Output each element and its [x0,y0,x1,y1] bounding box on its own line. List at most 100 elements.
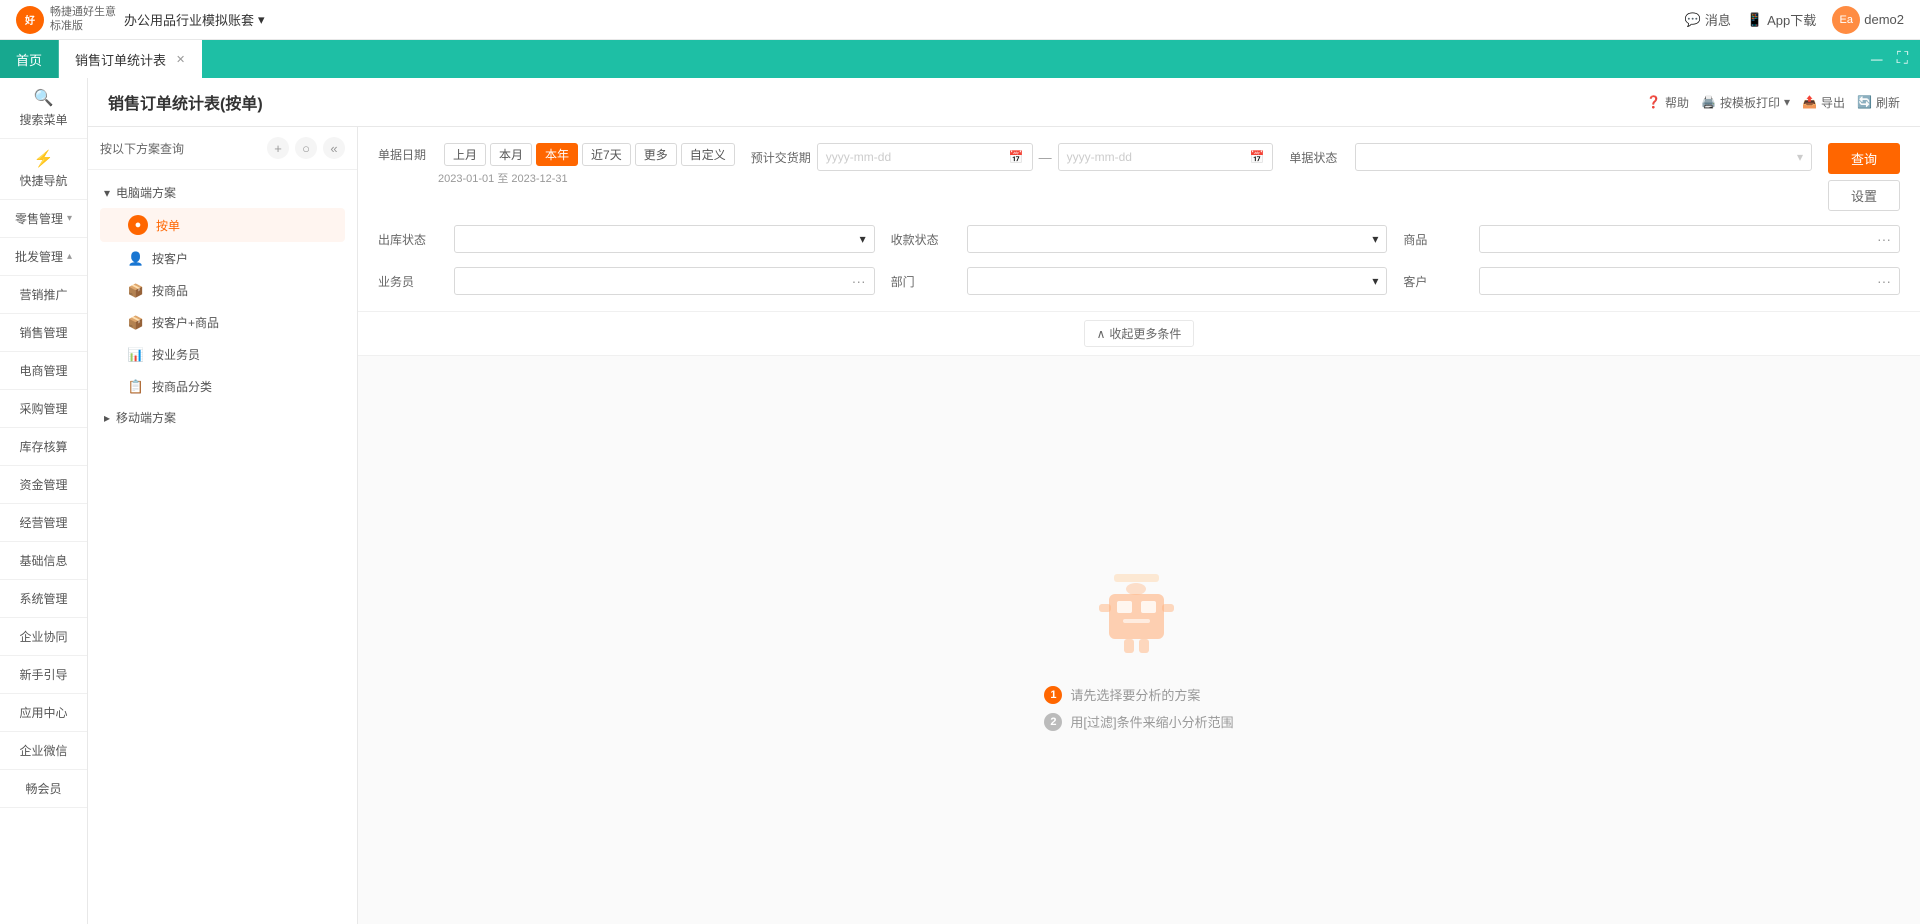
last-month-btn[interactable]: 上月 [444,143,486,166]
collapse-panel-btn[interactable]: « [323,137,345,159]
empty-illustration [1079,549,1199,669]
tree-item-by-cust-prod[interactable]: 📦 按客户+商品 [100,307,345,338]
sidebar-label-purchase: 采购管理 [19,400,67,417]
tree-item-by-product[interactable]: 📦 按商品 [100,275,345,306]
filter-section: 单据日期 上月 本月 本年 近7天 更多 自定义 [358,127,1920,312]
this-year-btn[interactable]: 本年 [536,143,578,166]
product-icon: 📦 [128,283,144,299]
salesman-select[interactable]: ··· [454,267,875,295]
settings-btn[interactable]: 设置 [1828,180,1900,211]
company-select[interactable]: 办公用品行业模拟账套 ▾ [124,10,265,29]
department-select[interactable]: ▾ [967,267,1388,295]
retail-arrow-icon: ▾ [67,213,72,224]
app-download-btn[interactable]: 📱 App下载 [1747,10,1816,29]
sidebar-item-search[interactable]: 🔍 搜索菜单 [0,78,87,139]
last-7days-btn[interactable]: 近7天 [582,143,631,166]
delivery-status-select[interactable]: ▾ [454,225,875,253]
logo-text: 畅捷通好生意 标准版 [50,6,116,32]
tree-item-by-order[interactable]: ● 按单 [100,208,345,242]
circle-icon: ○ [302,141,310,156]
empty-svg-icon [1079,549,1199,669]
tab-sales-stat[interactable]: 销售订单统计表 ✕ [59,40,202,78]
help-icon: ❓ [1646,95,1661,109]
product-label: 商品 [1403,231,1463,248]
sidebar-item-purchase[interactable]: 采购管理 [0,390,87,428]
home-tab-label: 首页 [16,50,42,69]
sidebar-item-ecommerce[interactable]: 电商管理 [0,352,87,390]
user-menu[interactable]: Ea demo2 [1832,6,1904,34]
sidebar-item-system[interactable]: 系统管理 [0,580,87,618]
sidebar-label-ecommerce: 电商管理 [19,362,67,379]
sidebar-item-retail[interactable]: 零售管理 ▾ [0,200,87,238]
plus-icon: + [274,141,282,156]
sidebar-item-quick-nav[interactable]: ⚡ 快捷导航 [0,139,87,200]
sidebar-item-new-guide[interactable]: 新手引导 [0,656,87,694]
tree-area: ▾ 电脑端方案 ● 按单 👤 按客户 📦 [88,170,357,924]
tree-group-pc-header[interactable]: ▾ 电脑端方案 [96,178,349,207]
refresh-btn[interactable]: 🔄 刷新 [1857,94,1900,111]
salesman-label: 业务员 [378,273,438,290]
message-btn[interactable]: 💬 消息 [1685,10,1731,29]
expected-date-start[interactable]: yyyy-mm-dd 📅 [817,143,1033,171]
sidebar-item-marketing[interactable]: 营销推广 [0,276,87,314]
product-dots-icon[interactable]: ··· [1877,231,1891,247]
sidebar-item-finance[interactable]: 资金管理 [0,466,87,504]
tab-maximize-icon[interactable]: ⛶ [1897,50,1908,68]
this-month-btn[interactable]: 本月 [490,143,532,166]
payment-chevron-icon: ▾ [1372,232,1378,246]
tree-item-by-category[interactable]: 📋 按商品分类 [100,371,345,402]
add-scheme-btn[interactable]: + [267,137,289,159]
sidebar-item-corp-wechat[interactable]: 企业微信 [0,732,87,770]
sidebar-item-corp-coop[interactable]: 企业协同 [0,618,87,656]
expected-date-label: 预计交货期 [751,149,811,166]
help-btn[interactable]: ❓ 帮助 [1646,94,1689,111]
template-print-btn[interactable]: 🖨️ 按模板打印 ▾ [1701,94,1790,111]
export-btn[interactable]: 📤 导出 [1802,94,1845,111]
doc-status-select[interactable]: ▾ [1355,143,1812,171]
lightning-icon: ⚡ [34,149,54,169]
chevron-down-icon: ▾ [258,12,265,28]
sidebar-label-search: 搜索菜单 [19,111,67,128]
print-arrow-icon: ▾ [1784,95,1790,109]
tab-bar-right: － ⛶ [1857,40,1920,78]
sidebar-item-member[interactable]: 畅会员 [0,770,87,808]
top-bar-left: 好 畅捷通好生意 标准版 办公用品行业模拟账套 ▾ [16,6,265,34]
tree-item-by-salesman[interactable]: 📊 按业务员 [100,339,345,370]
salesman-dots-icon[interactable]: ··· [852,273,866,289]
department-label: 部门 [891,273,951,290]
customer-dots-icon[interactable]: ··· [1877,273,1891,289]
scheme-settings-btn[interactable]: ○ [295,137,317,159]
sidebar-label-wholesale: 批发管理 [15,248,63,265]
tree-group-mobile-chevron-icon: ▸ [104,411,110,425]
expected-date-end[interactable]: yyyy-mm-dd 📅 [1058,143,1274,171]
customer-select[interactable]: ··· [1479,267,1900,295]
action-buttons: 查询 设置 [1828,143,1900,211]
tree-group-mobile-header[interactable]: ▸ 移动端方案 [96,403,349,432]
payment-status-label: 收款状态 [891,231,951,248]
inner-layout: 按以下方案查询 + ○ « [88,127,1920,924]
sidebar-label-new-guide: 新手引导 [19,666,67,683]
tab-minimize-icon[interactable]: － [1869,47,1885,71]
double-left-icon: « [330,141,337,156]
product-select[interactable]: ··· [1479,225,1900,253]
custom-btn[interactable]: 自定义 [681,143,735,166]
sidebar-item-operations[interactable]: 经营管理 [0,504,87,542]
tree-item-by-customer[interactable]: 👤 按客户 [100,243,345,274]
tab-home[interactable]: 首页 [0,40,59,78]
sidebar-item-basic-info[interactable]: 基础信息 [0,542,87,580]
sidebar-item-sales-mgmt[interactable]: 销售管理 [0,314,87,352]
collapse-more-btn[interactable]: ∧ 收起更多条件 [1084,320,1195,347]
payment-status-select[interactable]: ▾ [967,225,1388,253]
more-btn[interactable]: 更多 [635,143,677,166]
sidebar-label-operations: 经营管理 [19,514,67,531]
filter-row-3: 业务员 ··· 部门 ▾ 客户 ··· [378,267,1900,295]
tab-close-icon[interactable]: ✕ [176,53,185,66]
sidebar-item-inventory[interactable]: 库存核算 [0,428,87,466]
sidebar-item-wholesale[interactable]: 批发管理 ▴ [0,238,87,276]
collapse-icon: ∧ [1097,327,1106,341]
sidebar-item-app-center[interactable]: 应用中心 [0,694,87,732]
page-actions: ❓ 帮助 🖨️ 按模板打印 ▾ 📤 导出 🔄 刷新 [1646,94,1900,123]
top-bar-right: 💬 消息 📱 App下载 Ea demo2 [1685,6,1904,34]
refresh-icon: 🔄 [1857,95,1872,109]
query-btn[interactable]: 查询 [1828,143,1900,174]
